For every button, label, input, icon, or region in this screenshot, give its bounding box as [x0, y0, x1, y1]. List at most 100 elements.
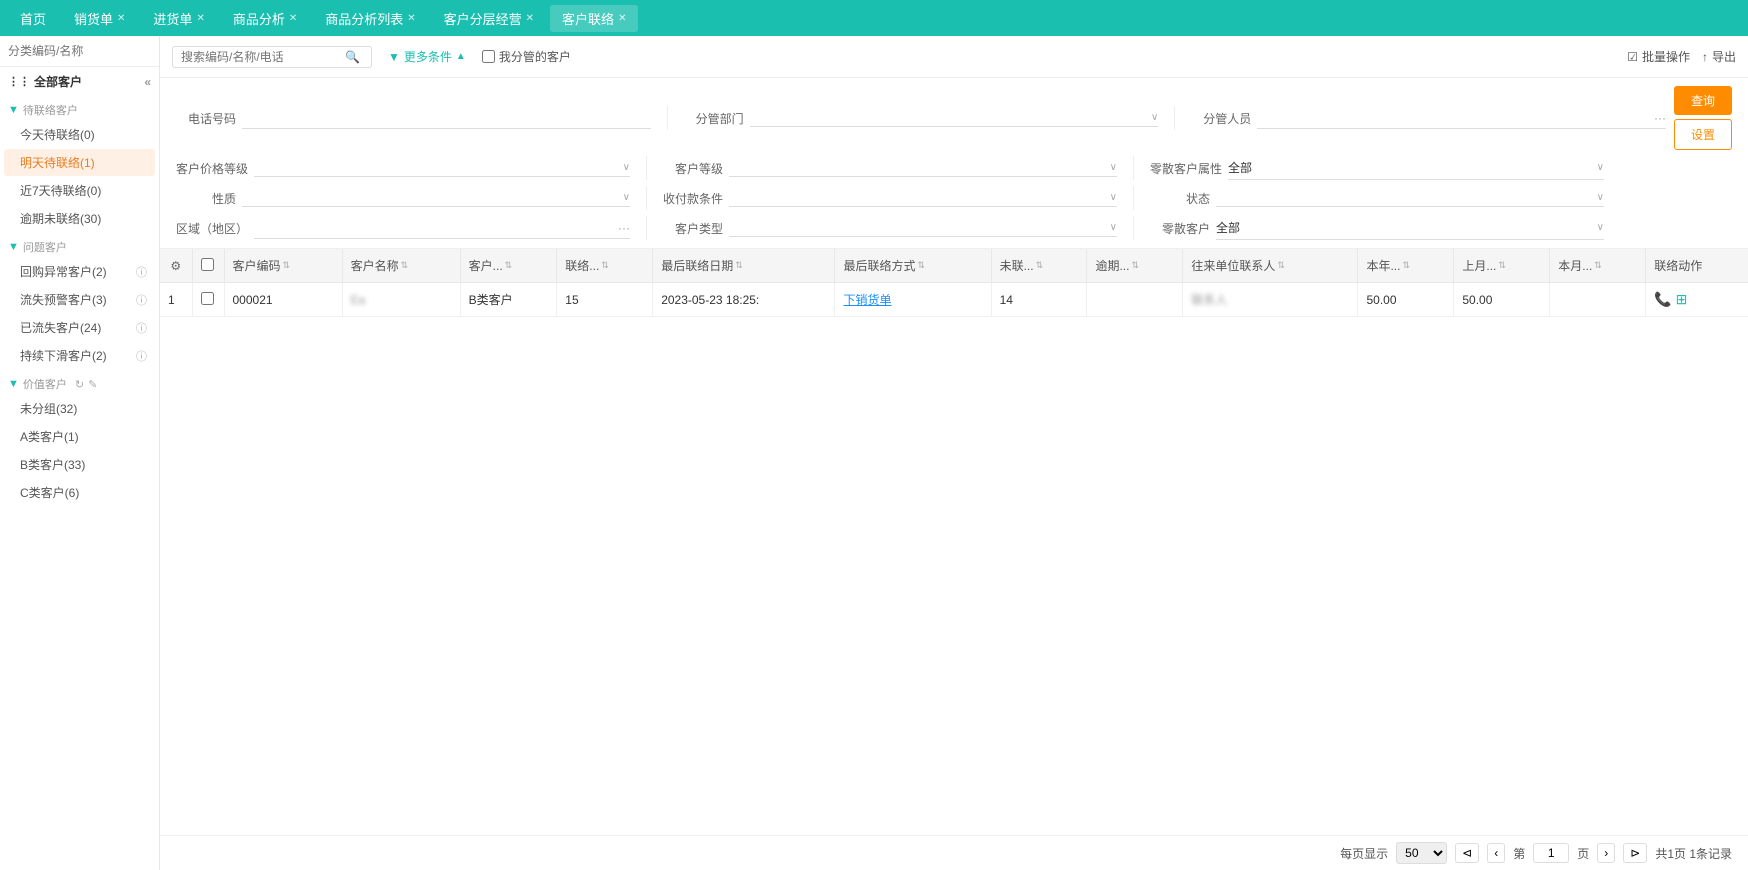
customer-type-select[interactable]: ∨ — [729, 219, 1117, 237]
divider-8 — [1133, 216, 1134, 240]
sidebar-item-churned[interactable]: 已流失客户(24) ⓘ — [4, 314, 155, 341]
nav-close-purchase[interactable]: ✕ — [196, 13, 204, 24]
row-select-checkbox[interactable] — [201, 292, 214, 305]
page-number-input[interactable] — [1533, 843, 1569, 863]
retail-attr-select[interactable]: 全部 ∨ — [1228, 156, 1604, 180]
filter-customer-type: 客户类型 ∨ — [663, 219, 1117, 237]
dept-chevron-icon: ∨ — [1151, 112, 1158, 123]
col-checkbox-header[interactable] — [192, 249, 224, 283]
sidebar-item-repurchase-abnormal[interactable]: 回购异常客户(2) ⓘ — [4, 258, 155, 285]
sidebar-item-ungroup[interactable]: 未分组(32) — [4, 395, 155, 422]
sort-last-contact-date[interactable]: 最后联络日期⇅ — [661, 257, 743, 274]
sort-last-month[interactable]: 上月...⇅ — [1462, 257, 1506, 274]
nav-close-product-analysis-list[interactable]: ✕ — [407, 13, 415, 24]
filter-status: 状态 ∨ — [1150, 189, 1604, 207]
nav-close-sales[interactable]: ✕ — [117, 13, 125, 24]
person-select[interactable]: ··· — [1257, 108, 1666, 129]
nav-product-analysis-list[interactable]: 商品分析列表 ✕ — [313, 5, 427, 32]
page-size-select[interactable]: 50 100 200 — [1396, 842, 1447, 864]
prev-page-btn[interactable]: ‹ — [1487, 843, 1505, 863]
nav-sales[interactable]: 销货单 ✕ — [62, 5, 137, 32]
phone-input[interactable] — [242, 108, 651, 129]
row-last-contact-date: 2023-05-23 18:25: — [653, 283, 835, 317]
nav-close-customer-segment[interactable]: ✕ — [526, 13, 534, 24]
page-label: 第 — [1513, 845, 1525, 862]
sidebar-all-customers[interactable]: ⋮⋮ 全部客户 « — [0, 67, 159, 96]
nav-close-customer-contact[interactable]: ✕ — [618, 13, 626, 24]
sidebar-item-7days[interactable]: 近7天待联络(0) — [4, 177, 155, 204]
sort-customer-name[interactable]: 客户名称⇅ — [351, 257, 409, 274]
next-page-btn[interactable]: › — [1597, 843, 1615, 863]
nav-close-product-analysis[interactable]: ✕ — [289, 13, 297, 24]
triangle-icon: ▼ — [8, 104, 19, 116]
row-overdue — [1087, 283, 1183, 317]
nav-customer-contact[interactable]: 客户联络 ✕ — [550, 5, 638, 32]
region-select[interactable]: ··· — [254, 218, 630, 239]
data-table-wrap: ⚙ 客户编码⇅ 客户名称⇅ — [160, 249, 1748, 835]
filter-nature: 性质 ∨ — [176, 189, 630, 207]
last-contact-method-link[interactable]: 下销货单 — [843, 293, 891, 307]
sort-this-month[interactable]: 本月...⇅ — [1558, 257, 1602, 274]
my-customers-checkbox[interactable]: 我分管的客户 — [482, 48, 571, 65]
nav-home[interactable]: 首页 — [8, 5, 58, 32]
sidebar-item-class-b[interactable]: B类客户(33) — [4, 451, 155, 478]
sidebar-collapse-icon[interactable]: « — [144, 75, 151, 89]
price-level-chevron-icon: ∨ — [623, 162, 630, 173]
status-select[interactable]: ∨ — [1216, 189, 1604, 207]
grid-action-icon[interactable]: ⊞ — [1676, 291, 1688, 308]
my-customers-check[interactable] — [482, 50, 495, 63]
filter-region: 区域（地区） ··· — [176, 218, 630, 239]
search-main-input[interactable] — [181, 50, 341, 64]
nature-chevron-icon: ∨ — [623, 192, 630, 203]
search-main-icon[interactable]: 🔍 — [345, 50, 360, 64]
sort-icon-contacts: ⇅ — [601, 260, 609, 271]
payment-select[interactable]: ∨ — [729, 189, 1117, 207]
sort-customer-code[interactable]: 客户编码⇅ — [233, 257, 291, 274]
refresh-icon[interactable]: ↻ — [75, 378, 84, 391]
filter-row-1: 电话号码 分管部门 ∨ 分管人员 ··· — [176, 86, 1732, 150]
customer-level-select[interactable]: ∨ — [729, 159, 1117, 177]
nav-product-analysis[interactable]: 商品分析 ✕ — [221, 5, 309, 32]
batch-ops-btn[interactable]: ☑ 批量操作 — [1627, 48, 1690, 65]
region-more-icon[interactable]: ··· — [618, 221, 630, 235]
sort-this-year[interactable]: 本年...⇅ — [1366, 257, 1410, 274]
sort-icon-date: ⇅ — [735, 260, 743, 271]
sidebar-item-class-c[interactable]: C类客户(6) — [4, 479, 155, 506]
nav-purchase[interactable]: 进货单 ✕ — [141, 5, 216, 32]
query-btn[interactable]: 查询 — [1674, 86, 1732, 115]
sidebar-item-overdue[interactable]: 逾期未联络(30) — [4, 205, 155, 232]
row-this-month — [1550, 283, 1646, 317]
set-btn[interactable]: 设置 — [1674, 119, 1732, 150]
filter-more-btn[interactable]: ▼ 更多条件 ▲ — [380, 44, 474, 69]
sort-unlinked-days[interactable]: 未联...⇅ — [1000, 257, 1044, 274]
last-page-btn[interactable]: ⊳ — [1623, 843, 1647, 863]
row-checkbox[interactable] — [192, 283, 224, 317]
divider-4 — [1133, 156, 1134, 180]
person-more-icon[interactable]: ··· — [1654, 111, 1666, 125]
row-last-contact-method[interactable]: 下销货单 — [835, 283, 991, 317]
col-settings[interactable]: ⚙ — [160, 249, 192, 283]
sidebar-item-today[interactable]: 今天待联络(0) — [4, 121, 155, 148]
sort-customer-type[interactable]: 客户...⇅ — [469, 257, 513, 274]
filter-row-4: 区域（地区） ··· 客户类型 ∨ 零散客户 — [176, 216, 1732, 240]
first-page-btn[interactable]: ⊲ — [1455, 843, 1479, 863]
phone-action-icon[interactable]: 📞 — [1654, 291, 1671, 308]
sidebar-item-churn-warning[interactable]: 流失预警客户(3) ⓘ — [4, 286, 155, 313]
price-level-select[interactable]: ∨ — [254, 159, 630, 177]
sidebar-item-class-a[interactable]: A类客户(1) — [4, 423, 155, 450]
nature-select[interactable]: ∨ — [242, 189, 630, 207]
sidebar-search-input[interactable] — [8, 44, 160, 58]
sort-last-contact-method[interactable]: 最后联络方式⇅ — [843, 257, 925, 274]
sidebar-item-tomorrow[interactable]: 明天待联络(1) — [4, 149, 155, 176]
nav-customer-segment[interactable]: 客户分层经营 ✕ — [432, 5, 546, 32]
row-unlinked-days: 14 — [991, 283, 1087, 317]
edit-icon[interactable]: ✎ — [88, 378, 97, 391]
retail-customer-select[interactable]: 全部 ∨ — [1216, 216, 1604, 240]
sort-contacts[interactable]: 联络...⇅ — [565, 257, 609, 274]
dept-select[interactable]: ∨ — [750, 109, 1159, 127]
sort-overdue[interactable]: 逾期...⇅ — [1095, 257, 1139, 274]
sidebar-item-declining[interactable]: 持续下滑客户(2) ⓘ — [4, 342, 155, 369]
select-all-checkbox[interactable] — [201, 258, 214, 271]
export-btn[interactable]: ↑ 导出 — [1702, 48, 1736, 65]
sort-contact-person[interactable]: 往来单位联系人⇅ — [1191, 257, 1285, 274]
